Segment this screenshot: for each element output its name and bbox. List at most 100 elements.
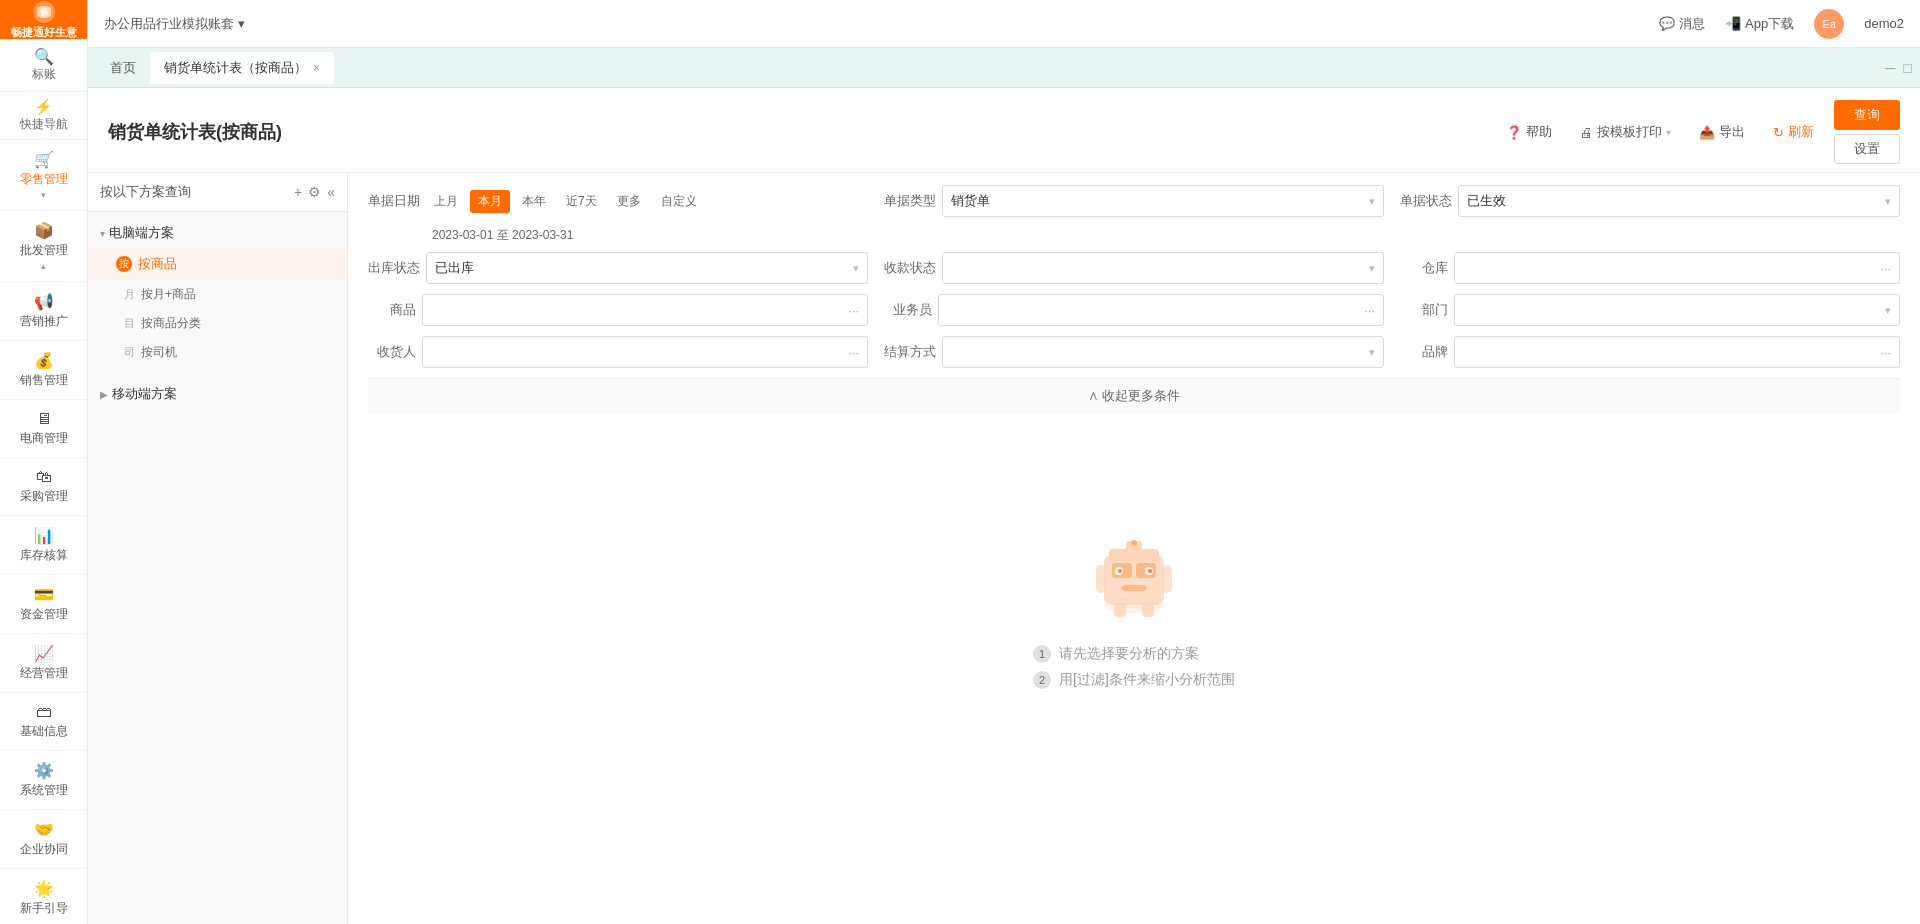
- scheme-icon-goods: 按: [116, 256, 132, 272]
- sidebar-item-wholesale[interactable]: 📦 批发管理 ▴: [0, 211, 87, 282]
- sidebar-item-basic[interactable]: 🗃 基础信息: [0, 693, 87, 751]
- refresh-button[interactable]: ↻ 刷新: [1765, 119, 1822, 145]
- filter-field-brand: 品牌 ···: [1400, 336, 1900, 368]
- sidebar-item-marketing[interactable]: 📢 营销推广: [0, 282, 87, 341]
- mobile-scheme-group: ▶ 移动端方案: [88, 373, 347, 415]
- operations-label: 经营管理: [20, 665, 68, 682]
- sidebar-item-retail[interactable]: 🛒 零售管理 ▾: [0, 140, 87, 211]
- print-label: 按模板打印: [1597, 123, 1662, 141]
- industry-selector[interactable]: 办公用品行业模拟账套 ▾: [104, 15, 245, 33]
- receiver-input-field[interactable]: [431, 345, 848, 360]
- sidebar-item-guide[interactable]: 🌟 新手引导: [0, 869, 87, 924]
- sidebar-item-finance[interactable]: 💳 资金管理: [0, 575, 87, 634]
- shortcut-more[interactable]: 更多: [609, 190, 649, 213]
- sales-icon: 💰: [34, 351, 54, 370]
- search-menu-item[interactable]: 🔍 标账: [0, 39, 87, 92]
- doc-status-select[interactable]: 已生效 ▾: [1458, 185, 1900, 217]
- doc-type-value: 销货单: [951, 192, 990, 210]
- mobile-group-label: 移动端方案: [112, 385, 177, 403]
- sidebar-item-system[interactable]: ⚙️ 系统管理: [0, 751, 87, 810]
- settle-arrow: ▾: [1369, 346, 1375, 359]
- sidebar-item-sales[interactable]: 💰 销售管理: [0, 341, 87, 400]
- receiver-input[interactable]: ···: [422, 336, 868, 368]
- scheme-settings-icon[interactable]: ⚙: [308, 184, 321, 200]
- mobile-group-header[interactable]: ▶ 移动端方案: [88, 379, 347, 409]
- filter-row-1: 单据日期 上月 本月 本年 近7天 更多 自定义: [368, 185, 1900, 217]
- message-action[interactable]: 💬 消息: [1659, 15, 1705, 33]
- collapse-bar[interactable]: ∧ 收起更多条件: [368, 378, 1900, 413]
- brand-input-field[interactable]: [1463, 345, 1880, 360]
- receiver-more-btn[interactable]: ···: [848, 345, 859, 360]
- query-button[interactable]: 查询: [1834, 100, 1900, 130]
- filter-panel-header-label: 按以下方案查询: [100, 183, 191, 201]
- svg-point-8: [1118, 569, 1122, 573]
- tip-num-2: 2: [1033, 671, 1051, 689]
- goods-input-field[interactable]: [431, 303, 848, 318]
- print-button[interactable]: 🖨 按模板打印 ▾: [1572, 119, 1679, 145]
- tab-active[interactable]: 销货单统计表（按商品） ×: [150, 52, 334, 84]
- print-icon: 🖨: [1580, 125, 1593, 140]
- pc-group-header[interactable]: ▾ 电脑端方案: [88, 218, 347, 248]
- header-left: 办公用品行业模拟账套 ▾: [104, 15, 245, 33]
- warehouse-input-field[interactable]: [1463, 261, 1880, 276]
- scheme-item-by-goods[interactable]: 按 按商品: [88, 248, 347, 280]
- empty-state: 1 请先选择要分析的方案 2 用[过滤]条件来缩小分析范围: [348, 425, 1920, 777]
- sidebar-item-operations[interactable]: 📈 经营管理: [0, 634, 87, 693]
- export-button[interactable]: 📤 导出: [1691, 119, 1753, 145]
- help-button[interactable]: ❓ 帮助: [1498, 119, 1560, 145]
- export-icon: 📤: [1699, 125, 1715, 140]
- doc-status-value: 已生效: [1467, 192, 1506, 210]
- goods-more-btn[interactable]: ···: [848, 303, 859, 318]
- tab-minimize-icon[interactable]: ─: [1886, 60, 1896, 76]
- header-right: 💬 消息 📲 App下载 Ea demo2: [1659, 9, 1904, 39]
- search-label: 标账: [32, 67, 56, 81]
- sidebar-item-enterprise[interactable]: 🤝 企业协同: [0, 810, 87, 869]
- empty-tip-2: 2 用[过滤]条件来缩小分析范围: [1033, 671, 1235, 689]
- sidebar-item-ecommerce[interactable]: 🖥 电商管理: [0, 400, 87, 458]
- goods-input[interactable]: ···: [422, 294, 868, 326]
- sub-scheme-driver[interactable]: 司 按司机: [88, 338, 347, 367]
- brand-input[interactable]: ···: [1454, 336, 1900, 368]
- warehouse-more-btn[interactable]: ···: [1880, 261, 1891, 276]
- page-actions: ❓ 帮助 🖨 按模板打印 ▾ 📤 导出 ↻ 刷新 查询: [1498, 100, 1900, 164]
- brand-more-btn[interactable]: ···: [1880, 345, 1891, 360]
- out-status-select[interactable]: 已出库 ▾: [426, 252, 868, 284]
- doc-type-label: 单据类型: [884, 192, 936, 210]
- tab-home-label: 首页: [110, 59, 136, 77]
- filter-field-salesman: 业务员 ···: [884, 294, 1384, 326]
- settle-select[interactable]: ▾: [942, 336, 1384, 368]
- svg-point-9: [1148, 569, 1152, 573]
- add-scheme-icon[interactable]: +: [294, 184, 302, 200]
- tab-close-icon[interactable]: ×: [313, 62, 320, 74]
- sidebar-item-purchase[interactable]: 🛍 采购管理: [0, 458, 87, 516]
- filter-form: 单据日期 上月 本月 本年 近7天 更多 自定义: [348, 173, 1920, 425]
- shortcut-custom[interactable]: 自定义: [653, 190, 705, 213]
- app-download-action[interactable]: 📲 App下载: [1725, 15, 1794, 33]
- user-avatar-text: Ea: [1823, 18, 1836, 30]
- shortcut-7days[interactable]: 近7天: [558, 190, 605, 213]
- settings-button[interactable]: 设置: [1834, 134, 1900, 164]
- shortcut-last-month[interactable]: 上月: [426, 190, 466, 213]
- sub-scheme-month-goods[interactable]: 月 按月+商品: [88, 280, 347, 309]
- sub-scheme-goods-category[interactable]: 目 按商品分类: [88, 309, 347, 338]
- industry-name: 办公用品行业模拟账套: [104, 15, 234, 33]
- salesman-more-btn[interactable]: ···: [1364, 303, 1375, 318]
- salesman-input-field[interactable]: [947, 303, 1364, 318]
- collect-status-select[interactable]: ▾: [942, 252, 1384, 284]
- salesman-input[interactable]: ···: [938, 294, 1384, 326]
- sidebar-item-inventory[interactable]: 📊 库存核算: [0, 516, 87, 575]
- tab-home[interactable]: 首页: [96, 52, 150, 84]
- print-arrow-icon: ▾: [1666, 127, 1671, 138]
- shortcut-this-year[interactable]: 本年: [514, 190, 554, 213]
- doc-type-select[interactable]: 销货单 ▾: [942, 185, 1384, 217]
- logo-icon: 畅: [30, 0, 58, 24]
- purchase-icon: 🛍: [36, 468, 52, 486]
- collapse-panel-icon[interactable]: «: [327, 184, 335, 200]
- warehouse-input[interactable]: ···: [1454, 252, 1900, 284]
- dept-select[interactable]: ▾: [1454, 294, 1900, 326]
- user-avatar[interactable]: Ea: [1814, 9, 1844, 39]
- tab-window-controls: ─ □: [1886, 60, 1912, 76]
- shortcut-this-month[interactable]: 本月: [470, 190, 510, 213]
- tab-maximize-icon[interactable]: □: [1904, 60, 1912, 76]
- quick-nav-item[interactable]: ⚡ 快捷导航: [0, 92, 87, 140]
